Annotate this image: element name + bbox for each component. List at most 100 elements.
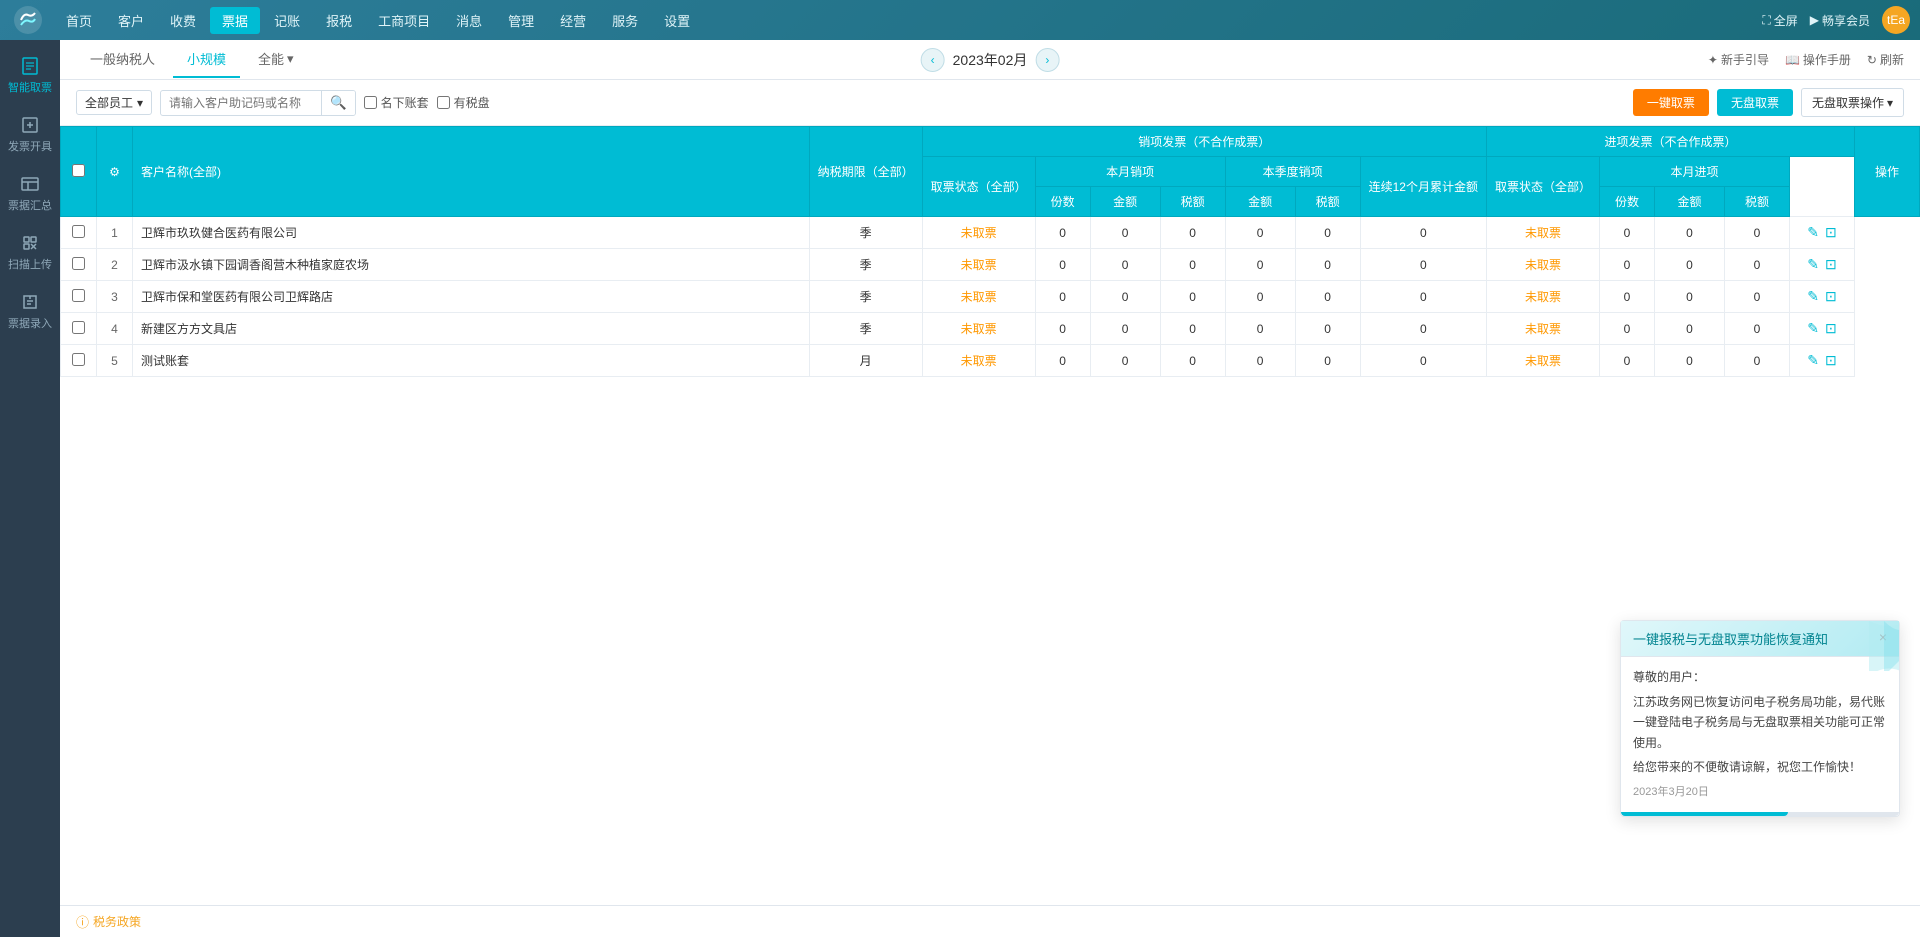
row-pm-tax-3: 0: [1725, 313, 1790, 345]
notification-apology: 给您带来的不便敬请谅解，祝您工作愉快！: [1633, 757, 1887, 777]
row-sm-count-3: 0: [1035, 313, 1090, 345]
row-checkbox-3[interactable]: [61, 313, 97, 345]
th-checkbox: [61, 127, 97, 217]
search-button[interactable]: 🔍: [321, 91, 355, 115]
nav-business[interactable]: 工商项目: [366, 7, 442, 34]
nav-manage[interactable]: 管理: [496, 7, 546, 34]
edit-icon[interactable]: ✎: [1807, 320, 1819, 337]
edit-icon[interactable]: ✎: [1807, 352, 1819, 369]
nav-operate[interactable]: 经营: [548, 7, 598, 34]
row-12m-0: 0: [1360, 217, 1486, 249]
edit-icon[interactable]: ✎: [1807, 256, 1819, 273]
sidebar-item-summary[interactable]: 票据汇总: [4, 166, 56, 221]
one-key-btn[interactable]: 一键取票: [1633, 89, 1709, 116]
row-checkbox-0[interactable]: [61, 217, 97, 249]
row-pm-tax-1: 0: [1725, 249, 1790, 281]
nav-home[interactable]: 首页: [54, 7, 104, 34]
row-sales-status-3: 未取票: [922, 313, 1035, 345]
th-sm-tax: 税额: [1160, 187, 1225, 217]
invoice-table: ⚙ 客户名称(全部) 纳税期限（全部） 销项发票（不合作成票） 进项发票（不合作…: [60, 126, 1920, 377]
row-sm-tax-2: 0: [1160, 281, 1225, 313]
row-period-0: 季: [809, 217, 922, 249]
footer-text[interactable]: 税务政策: [93, 913, 141, 930]
checkbox-name-input[interactable]: [364, 96, 377, 109]
select-all-checkbox[interactable]: [72, 164, 85, 177]
row-sq-tax-2: 0: [1295, 281, 1360, 313]
row-sq-amount-1: 0: [1225, 249, 1295, 281]
no-disk-action-btn[interactable]: 无盘取票操作 ▾: [1801, 88, 1904, 117]
edit-icon[interactable]: ✎: [1807, 288, 1819, 305]
checkbox-tax-input[interactable]: [437, 96, 450, 109]
fullscreen-btn[interactable]: ⛶ 全屏: [1762, 12, 1797, 29]
nav-bookkeeping[interactable]: 记账: [262, 7, 312, 34]
row-checkbox-4[interactable]: [61, 345, 97, 377]
notification-scrollbar[interactable]: [1621, 812, 1899, 816]
avatar[interactable]: tEa: [1882, 6, 1910, 34]
view-icon[interactable]: ⊡: [1825, 224, 1837, 241]
th-pm-count: 份数: [1600, 187, 1655, 217]
edit-icon[interactable]: ✎: [1807, 224, 1819, 241]
nav-fee[interactable]: 收费: [158, 7, 208, 34]
nav-service[interactable]: 服务: [600, 7, 650, 34]
vip-btn[interactable]: ▶ 畅享会员: [1810, 12, 1870, 29]
checkbox-name-account[interactable]: 名下账套: [364, 94, 429, 111]
manual-link[interactable]: 📖 操作手册: [1785, 51, 1851, 68]
row-sq-tax-3: 0: [1295, 313, 1360, 345]
th-client[interactable]: 客户名称(全部): [133, 127, 810, 217]
row-num-2: 3: [97, 281, 133, 313]
th-period[interactable]: 纳税期限（全部）: [809, 127, 922, 217]
search-input[interactable]: [161, 92, 321, 114]
sidebar-label-entry: 票据录入: [8, 315, 52, 331]
nav-tax[interactable]: 报税: [314, 7, 364, 34]
row-12m-4: 0: [1360, 345, 1486, 377]
th-action: 操作: [1855, 127, 1920, 217]
th-sales-quarterly: 本季度销项: [1225, 157, 1360, 187]
tab-general[interactable]: 一般纳税人: [76, 41, 169, 78]
th-purchase-status[interactable]: 取票状态（全部）: [1486, 157, 1599, 217]
tab-small[interactable]: 小规模: [173, 41, 240, 78]
row-action-4: ✎ ⊡: [1790, 345, 1855, 377]
nav-message[interactable]: 消息: [444, 7, 494, 34]
view-icon[interactable]: ⊡: [1825, 256, 1837, 273]
row-12m-1: 0: [1360, 249, 1486, 281]
refresh-link[interactable]: ↻ 刷新: [1867, 51, 1904, 68]
sidebar-item-issue-invoice[interactable]: 发票开具: [4, 107, 56, 162]
settings-icon[interactable]: ⚙: [109, 165, 120, 179]
view-icon[interactable]: ⊡: [1825, 320, 1837, 337]
checkbox-tax-disk[interactable]: 有税盘: [437, 94, 490, 111]
fullscreen-label: 全屏: [1774, 12, 1798, 29]
table-row: 3 卫辉市保和堂医药有限公司卫辉路店 季 未取票 0 0 0 0 0 0 未取票…: [61, 281, 1920, 313]
nav-client[interactable]: 客户: [106, 7, 156, 34]
no-disk-btn[interactable]: 无盘取票: [1717, 89, 1793, 116]
sidebar-item-scan[interactable]: 扫描上传: [4, 225, 56, 280]
prev-period-btn[interactable]: ‹: [921, 48, 945, 72]
next-period-btn[interactable]: ›: [1035, 48, 1059, 72]
row-period-4: 月: [809, 345, 922, 377]
row-purchase-status-1: 未取票: [1486, 249, 1599, 281]
staff-filter[interactable]: 全部员工 ▾: [76, 90, 152, 115]
row-pm-tax-2: 0: [1725, 281, 1790, 313]
row-checkbox-2[interactable]: [61, 281, 97, 313]
book-icon: 📖: [1785, 53, 1800, 67]
notification-popup: 一键报税与无盘取票功能恢复通知 × 尊敬的用户： 江苏政务网已恢复访问电子税务局…: [1620, 620, 1900, 817]
row-pm-amount-1: 0: [1655, 249, 1725, 281]
tab-all[interactable]: 全能 ▾: [244, 41, 308, 78]
view-icon[interactable]: ⊡: [1825, 352, 1837, 369]
sidebar-item-entry[interactable]: 票据录入: [4, 284, 56, 339]
th-sales-group: 销项发票（不合作成票）: [922, 127, 1486, 157]
row-sm-tax-1: 0: [1160, 249, 1225, 281]
view-icon[interactable]: ⊡: [1825, 288, 1837, 305]
tabs: 一般纳税人 小规模 全能 ▾: [76, 41, 308, 78]
guide-link[interactable]: ✦ 新手引导: [1708, 51, 1769, 68]
nav-invoice[interactable]: 票据: [210, 7, 260, 34]
logo: [10, 2, 46, 38]
row-num-3: 4: [97, 313, 133, 345]
th-sales-status[interactable]: 取票状态（全部）: [922, 157, 1035, 217]
row-period-2: 季: [809, 281, 922, 313]
row-pm-count-2: 0: [1600, 281, 1655, 313]
top-nav: 首页 客户 收费 票据 记账 报税 工商项目 消息 管理 经营 服务 设置 ⛶ …: [0, 0, 1920, 40]
table-row: 1 卫辉市玖玖健合医药有限公司 季 未取票 0 0 0 0 0 0 未取票 0 …: [61, 217, 1920, 249]
sidebar-item-smart-invoice[interactable]: 智能取票: [4, 48, 56, 103]
nav-settings[interactable]: 设置: [652, 7, 702, 34]
row-checkbox-1[interactable]: [61, 249, 97, 281]
